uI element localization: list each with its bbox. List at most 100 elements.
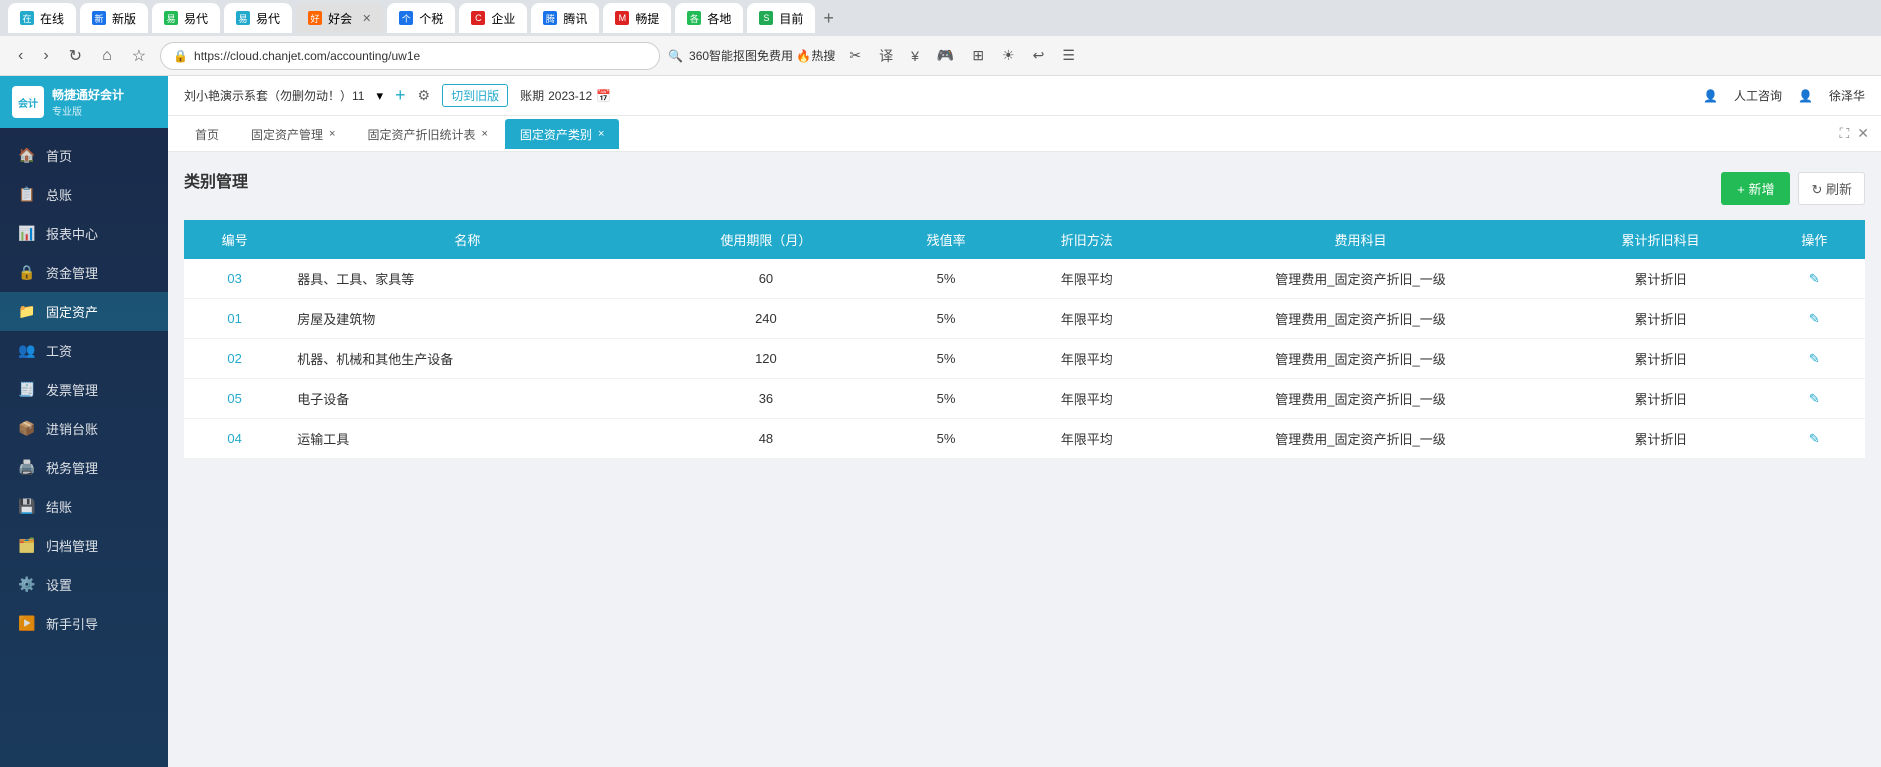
sidebar-label-funds: 资金管理: [46, 263, 98, 282]
browser-tab-muqian[interactable]: S 目前: [747, 3, 815, 33]
cell-rate: 5%: [882, 259, 1010, 299]
cell-name: 房屋及建筑物: [285, 299, 649, 339]
sidebar-label-invoice: 发票管理: [46, 380, 98, 399]
edit-button[interactable]: ✎: [1809, 271, 1820, 287]
cell-code: 01: [184, 299, 285, 339]
sidebar-item-tax[interactable]: 🖨️ 税务管理: [0, 448, 168, 487]
game-button[interactable]: 🎮: [931, 45, 960, 66]
cell-action: ✎: [1764, 379, 1865, 419]
edit-button[interactable]: ✎: [1809, 351, 1820, 367]
browser-tab-gedi[interactable]: 各 各地: [675, 3, 743, 33]
home-icon: 🏠: [18, 147, 36, 165]
sidebar-label-tax: 税务管理: [46, 458, 98, 477]
sidebar-item-salary[interactable]: 👥 工资: [0, 331, 168, 370]
grid-button[interactable]: ⊞: [966, 45, 990, 66]
bookmark-button[interactable]: ☆: [126, 44, 152, 68]
sidebar-item-closing[interactable]: 💾 结账: [0, 487, 168, 526]
table-header: 编号 名称 使用期限（月） 残值率 折旧方法 费用科目 累计折旧科目 操作: [184, 220, 1865, 259]
cell-period: 48: [650, 419, 883, 459]
invoice-icon: 🧾: [18, 381, 36, 399]
archive-icon: 🗂️: [18, 537, 36, 555]
search-bar[interactable]: 🔍 360智能抠图免费用 🔥热搜: [668, 47, 835, 64]
translate-button[interactable]: 译: [873, 44, 899, 68]
browser-tab-yi1[interactable]: 易 易代: [152, 3, 220, 33]
add-account-button[interactable]: +: [395, 85, 406, 106]
menu-button[interactable]: ☰: [1056, 45, 1081, 66]
cell-expense: 管理费用_固定资产折旧_一级: [1164, 339, 1558, 379]
period-info: 账期 2023-12 📅: [520, 87, 611, 104]
sidebar-item-settings[interactable]: ⚙️ 设置: [0, 565, 168, 604]
sidebar-label-closing: 结账: [46, 497, 72, 516]
undo-button[interactable]: ↩: [1027, 45, 1051, 66]
cell-action: ✎: [1764, 299, 1865, 339]
refresh-table-button[interactable]: ↻ 刷新: [1798, 172, 1865, 205]
edit-button[interactable]: ✎: [1809, 391, 1820, 407]
tab-asset-mgmt[interactable]: 固定资产管理 ×: [236, 119, 350, 149]
edit-button[interactable]: ✎: [1809, 431, 1820, 447]
col-method: 折旧方法: [1010, 220, 1164, 259]
cell-action: ✎: [1764, 259, 1865, 299]
cell-period: 120: [650, 339, 883, 379]
home-button[interactable]: ⌂: [96, 45, 118, 67]
sidebar-item-home[interactable]: 🏠 首页: [0, 136, 168, 175]
cell-expense: 管理费用_固定资产折旧_一级: [1164, 299, 1558, 339]
tab-close-all-button[interactable]: ✕: [1857, 125, 1869, 142]
sidebar-item-reports[interactable]: 📊 报表中心: [0, 214, 168, 253]
tab-favicon: 易: [164, 11, 178, 25]
tab-asset-category-close[interactable]: ×: [598, 128, 604, 140]
tab-actions: ⛶ ✕: [1839, 125, 1869, 142]
tab-asset-category[interactable]: 固定资产类别 ×: [505, 119, 619, 149]
title-actions-row: 类别管理 + 新增 ↻ 刷新: [184, 168, 1865, 208]
tab-depreciation-stat[interactable]: 固定资产折旧统计表 ×: [352, 119, 502, 149]
page-content: 类别管理 + 新增 ↻ 刷新 编号 名称 使用期限（月） 残值率 折旧方法 费用…: [168, 152, 1881, 767]
scissors-button[interactable]: ✂: [843, 45, 867, 66]
sidebar-item-ledger[interactable]: 📋 总账: [0, 175, 168, 214]
forward-button[interactable]: ›: [37, 45, 54, 67]
add-button[interactable]: + 新增: [1721, 172, 1790, 205]
cell-method: 年限平均: [1010, 379, 1164, 419]
sidebar-label-salary: 工资: [46, 341, 72, 360]
sidebar-item-archive[interactable]: 🗂️ 归档管理: [0, 526, 168, 565]
refresh-button[interactable]: ↻: [63, 44, 88, 68]
content-tabs: 首页 固定资产管理 × 固定资产折旧统计表 × 固定资产类别 × ⛶ ✕: [168, 116, 1881, 152]
browser-tab-yi2[interactable]: 易 易代: [224, 3, 292, 33]
sidebar-item-guide[interactable]: ▶️ 新手引导: [0, 604, 168, 643]
tab-home[interactable]: 首页: [180, 119, 234, 149]
tab-asset-mgmt-close[interactable]: ×: [329, 128, 335, 140]
browser-tab-online[interactable]: 在 在线: [8, 3, 76, 33]
calendar-icon[interactable]: 📅: [596, 89, 611, 103]
help-label[interactable]: 人工咨询: [1734, 87, 1782, 104]
logo-text: 畅捷通好会计 专业版: [52, 86, 124, 118]
cell-name: 机器、机械和其他生产设备: [285, 339, 649, 379]
browser-tab-new[interactable]: 新 新版: [80, 3, 148, 33]
col-period: 使用期限（月）: [650, 220, 883, 259]
sidebar-item-purchase[interactable]: 📦 进销台账: [0, 409, 168, 448]
cell-rate: 5%: [882, 419, 1010, 459]
back-button[interactable]: ‹: [12, 45, 29, 67]
sidebar-label-archive: 归档管理: [46, 536, 98, 555]
new-tab-button[interactable]: +: [819, 8, 838, 29]
cell-depreciation: 累计折旧: [1557, 259, 1763, 299]
cell-code: 02: [184, 339, 285, 379]
browser-tab-hao[interactable]: 好 好会 ✕: [296, 3, 383, 33]
sidebar-item-fixed-assets[interactable]: 📁 固定资产: [0, 292, 168, 331]
sidebar-item-funds[interactable]: 🔒 资金管理: [0, 253, 168, 292]
browser-tab-corp[interactable]: C 企业: [459, 3, 527, 33]
sidebar-logo: 会计 畅捷通好会计 专业版: [0, 76, 168, 128]
switch-to-old-button[interactable]: 切到旧版: [442, 84, 508, 107]
wallet-button[interactable]: ¥: [905, 46, 925, 66]
sidebar-item-invoice[interactable]: 🧾 发票管理: [0, 370, 168, 409]
cell-name: 电子设备: [285, 379, 649, 419]
browser-tab-tencent[interactable]: 腾 腾讯: [531, 3, 599, 33]
tab-depreciation-stat-close[interactable]: ×: [481, 128, 487, 140]
tab-close-icon[interactable]: ✕: [362, 12, 371, 25]
browser-tab-changt[interactable]: M 畅提: [603, 3, 671, 33]
tab-maximize-button[interactable]: ⛶: [1839, 125, 1849, 142]
brightness-button[interactable]: ☀: [996, 45, 1021, 66]
lock-icon: 🔒: [173, 49, 188, 63]
dropdown-icon[interactable]: ▾: [376, 88, 383, 104]
edit-button[interactable]: ✎: [1809, 311, 1820, 327]
url-bar[interactable]: 🔒 https://cloud.chanjet.com/accounting/u…: [160, 42, 660, 70]
settings-button[interactable]: ⚙: [418, 87, 431, 104]
browser-tab-tax[interactable]: 个 个税: [387, 3, 455, 33]
